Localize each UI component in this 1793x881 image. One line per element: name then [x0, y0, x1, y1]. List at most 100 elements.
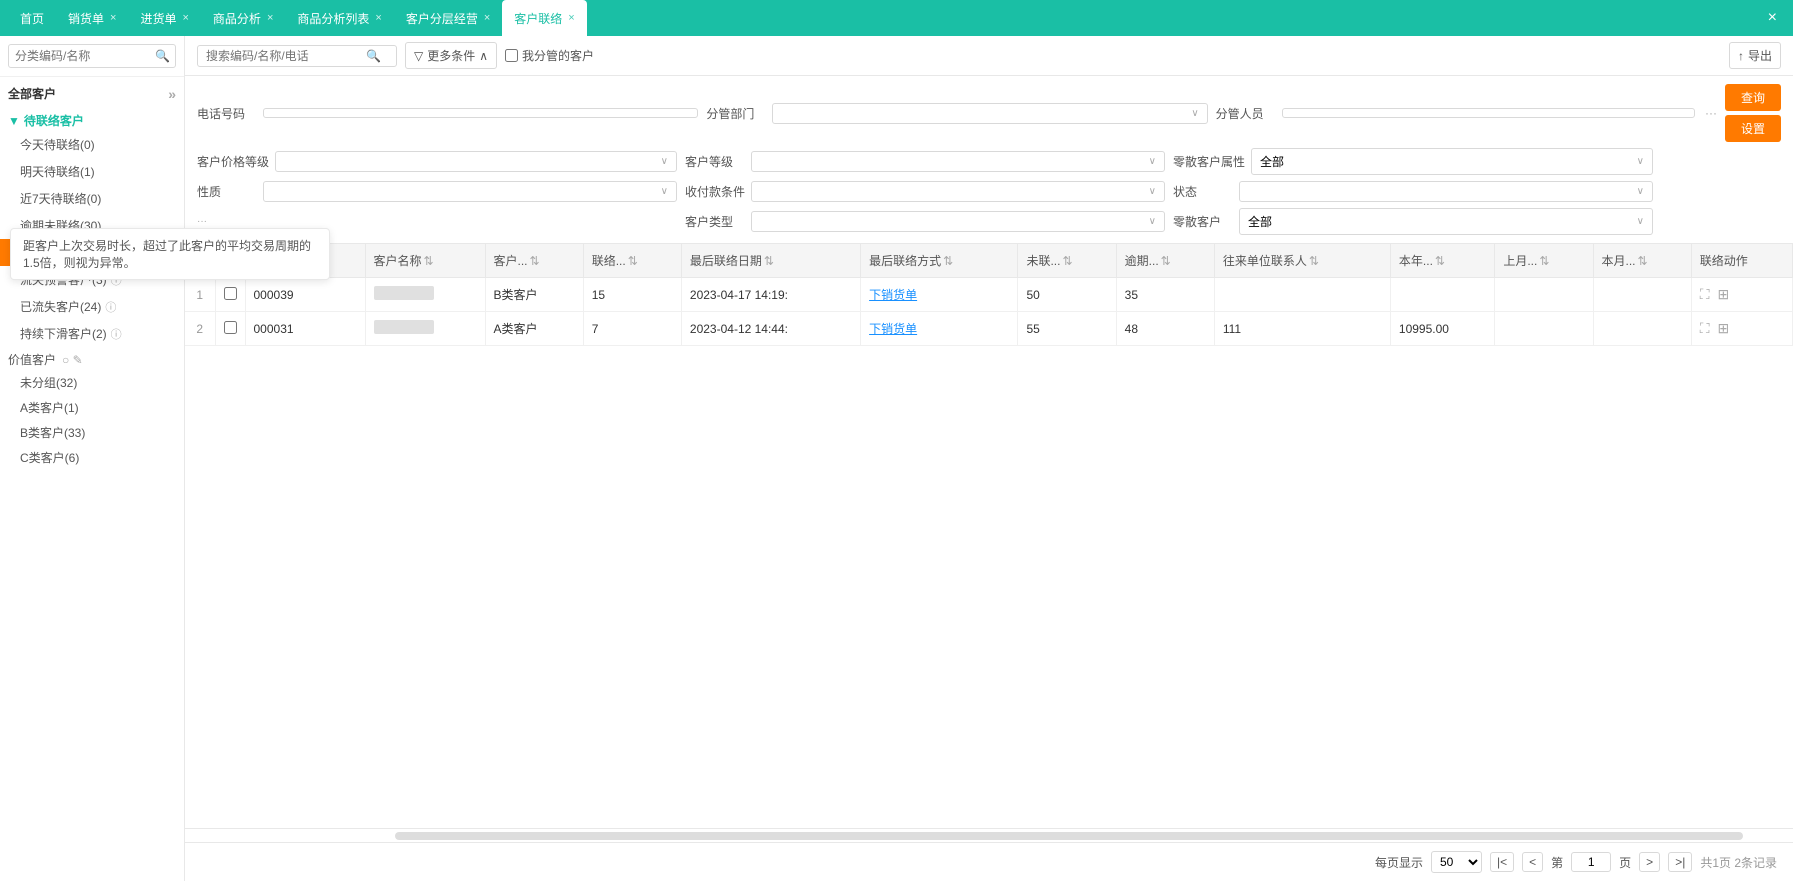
my-customers-checkbox[interactable] — [505, 49, 518, 62]
nav-purchase[interactable]: 进货单 × — [128, 0, 200, 36]
search-button-icon[interactable]: 🔍 — [366, 49, 381, 63]
sidebar-item-grade-b[interactable]: B类客户(33) — [0, 420, 184, 445]
customer-grade-select[interactable]: ∨ — [751, 151, 1165, 172]
status-chevron-icon: ∨ — [1637, 186, 1644, 197]
close-purchase-icon[interactable]: × — [182, 12, 188, 24]
cell-actions-2: ⛶ ⊞ — [1691, 312, 1792, 346]
price-grade-select[interactable]: ∨ — [275, 151, 677, 172]
col-actions: 联络动作 — [1691, 244, 1792, 278]
customer-grade-chevron-icon: ∨ — [1149, 156, 1156, 167]
sidebar-value-group-header: 价值客户 ○ ✎ — [0, 347, 184, 370]
sidebar-search-input[interactable] — [8, 44, 176, 68]
col-last-date: 最后联络日期⇅ — [681, 244, 860, 278]
first-page-button[interactable]: |< — [1490, 852, 1514, 872]
sort-method-icon[interactable]: ⇅ — [943, 254, 953, 268]
filter-gender: 性质 ∨ — [197, 181, 677, 202]
close-analysis-icon[interactable]: × — [267, 12, 273, 24]
sidebar-collapse-icon[interactable]: » — [168, 86, 176, 102]
more-conditions-button[interactable]: ▽ 更多条件 ∧ — [405, 42, 497, 69]
phone-input[interactable] — [263, 108, 698, 118]
window-close-button[interactable]: × — [1760, 9, 1785, 27]
table-row: 2 000031 A类客户 7 2023-04-12 14:44: 下销货单 5… — [185, 312, 1793, 346]
sort-name-icon[interactable]: ⇅ — [424, 254, 434, 268]
sort-date-icon[interactable]: ⇅ — [764, 254, 774, 268]
sidebar-item-grade-c[interactable]: C类客户(6) — [0, 445, 184, 470]
sidebar-search-icon[interactable]: 🔍 — [155, 49, 170, 63]
sidebar-item-7days[interactable]: 近7天待联络(0) — [0, 185, 184, 212]
sidebar-item-grade-a[interactable]: A类客户(1) — [0, 395, 184, 420]
main-container: 🔍 全部客户 » ▼ 待联络客户 今天待联络(0) 明天待联络(1) 近7天待联… — [0, 36, 1793, 881]
settings-button[interactable]: 设置 — [1725, 115, 1781, 142]
col-this-year: 本年...⇅ — [1390, 244, 1494, 278]
sort-this-month-icon[interactable]: ⇅ — [1638, 254, 1648, 268]
sort-uncontacted-icon[interactable]: ⇅ — [1062, 254, 1072, 268]
cell-month-2 — [1593, 312, 1691, 346]
person-input[interactable] — [1282, 108, 1695, 118]
edit-icon-1[interactable]: ⊞ — [1718, 286, 1730, 303]
payment-select[interactable]: ∨ — [751, 181, 1165, 202]
view-icon-1[interactable]: ⛶ — [1700, 286, 1710, 303]
nav-analysis[interactable]: 商品分析 × — [201, 0, 285, 36]
filter-person: 分管人员 ··· — [1216, 105, 1717, 122]
nav-customer-mgmt[interactable]: 客户分层经营 × — [394, 0, 502, 36]
nav-home[interactable]: 首页 — [8, 0, 56, 36]
close-customer-mgmt-icon[interactable]: × — [484, 12, 490, 24]
cell-date-2: 2023-04-12 14:44: — [681, 312, 860, 346]
col-contact2: 往来单位联系人⇅ — [1214, 244, 1390, 278]
dept-select[interactable]: ∨ — [772, 103, 1207, 124]
retail-attr-select[interactable]: 全部 ∨ — [1251, 148, 1653, 175]
next-page-button[interactable]: > — [1639, 852, 1660, 872]
prev-page-button[interactable]: < — [1522, 852, 1543, 872]
customer-type-select[interactable]: ∨ — [751, 211, 1165, 232]
cell-code-2: 000031 — [245, 312, 365, 346]
sidebar-item-churned[interactable]: 已流失客户(24) ⓘ — [0, 293, 184, 320]
cell-contact2-1 — [1214, 278, 1390, 312]
filter-payment: 收付款条件 ∨ — [685, 181, 1165, 202]
search-input[interactable] — [206, 49, 366, 63]
retail-customer-select[interactable]: 全部 ∨ — [1239, 208, 1653, 235]
sort-contact2-icon[interactable]: ⇅ — [1309, 254, 1319, 268]
gender-select[interactable]: ∨ — [263, 181, 677, 202]
sidebar-group-pending[interactable]: ▼ 待联络客户 — [0, 106, 184, 131]
sidebar-item-today[interactable]: 今天待联络(0) — [0, 131, 184, 158]
scrollbar-thumb[interactable] — [395, 832, 1743, 840]
sidebar-item-tomorrow[interactable]: 明天待联络(1) — [0, 158, 184, 185]
customer-type-chevron-icon: ∨ — [1149, 216, 1156, 227]
view-icon-2[interactable]: ⛶ — [1700, 320, 1710, 337]
close-customer-contact-icon[interactable]: × — [568, 12, 574, 24]
sort-overdue-icon[interactable]: ⇅ — [1161, 254, 1171, 268]
sidebar-item-declining[interactable]: 持续下滑客户(2) ⓘ — [0, 320, 184, 347]
export-button[interactable]: ↑ 导出 — [1729, 42, 1781, 69]
query-button[interactable]: 查询 — [1725, 84, 1781, 111]
sidebar-item-ungrouped[interactable]: 未分组(32) — [0, 370, 184, 395]
method-link-1[interactable]: 下销货单 — [869, 288, 917, 302]
filter-icon: ▽ — [414, 49, 423, 63]
nav-analysis-list[interactable]: 商品分析列表 × — [285, 0, 393, 36]
close-analysis-list-icon[interactable]: × — [375, 12, 381, 24]
status-select[interactable]: ∨ — [1239, 181, 1653, 202]
row-checkbox-2[interactable] — [224, 321, 237, 334]
retail-attr-chevron-icon: ∨ — [1637, 156, 1644, 167]
last-page-button[interactable]: >| — [1668, 852, 1692, 872]
nav-sales[interactable]: 销货单 × — [56, 0, 128, 36]
edit-icon-2[interactable]: ⊞ — [1718, 320, 1730, 337]
cell-name-1 — [365, 278, 485, 312]
page-size-select[interactable]: 50 20 100 — [1431, 851, 1482, 873]
dept-chevron-icon: ∨ — [1191, 108, 1198, 119]
sidebar-edit-icons[interactable]: ○ ✎ — [62, 353, 83, 367]
cell-contact2-2: 111 — [1214, 312, 1390, 346]
method-link-2[interactable]: 下销货单 — [869, 322, 917, 336]
sort-year-icon[interactable]: ⇅ — [1435, 254, 1445, 268]
sort-grade-icon[interactable]: ⇅ — [530, 254, 540, 268]
horizontal-scrollbar[interactable] — [185, 828, 1793, 842]
col-uncontacted: 未联...⇅ — [1018, 244, 1116, 278]
row-checkbox-1[interactable] — [224, 287, 237, 300]
page-input[interactable] — [1571, 852, 1611, 872]
cell-overdue-2: 48 — [1116, 312, 1214, 346]
table-header-row: ⚙ 客户编码⇅ 客户名称⇅ 客户...⇅ 联络...⇅ 最后联络日期⇅ 最后联络… — [185, 244, 1793, 278]
close-sales-icon[interactable]: × — [110, 12, 116, 24]
sort-last-month-icon[interactable]: ⇅ — [1539, 254, 1549, 268]
sort-contact-icon[interactable]: ⇅ — [628, 254, 638, 268]
nav-customer-contact[interactable]: 客户联络 × — [502, 0, 586, 36]
cell-contact-2: 7 — [583, 312, 681, 346]
